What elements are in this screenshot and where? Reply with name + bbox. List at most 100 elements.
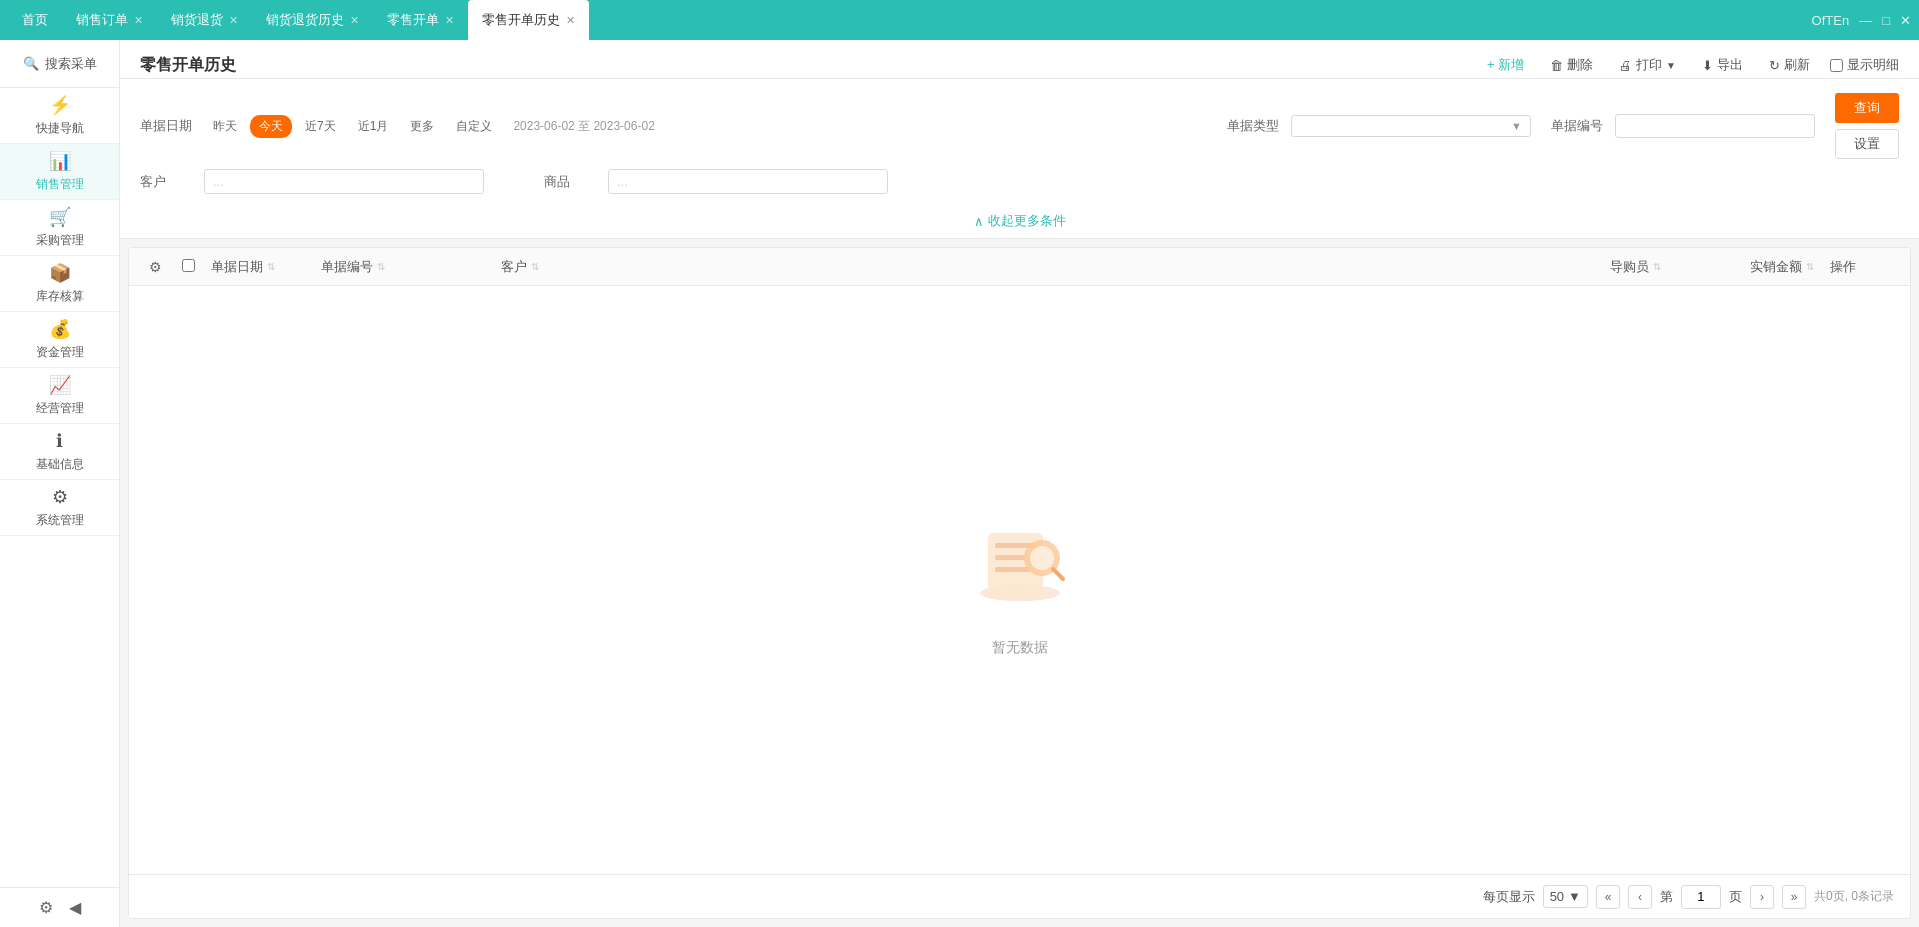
page-label: 页 [1729,888,1742,906]
select-all-checkbox[interactable] [173,259,203,275]
sidebar-search[interactable]: 🔍 搜索采单 [0,40,119,88]
delete-icon: 🗑 [1550,58,1563,73]
sidebar-search-label: 搜索采单 [45,55,97,73]
filter-row-1: 单据日期 昨天 今天 近7天 近1月 更多 自定义 2023-06-02 至 2… [140,93,1899,159]
tab-retail-order[interactable]: 零售开单 ✕ [373,0,468,40]
sidebar-item-label: 资金管理 [36,344,84,361]
sidebar-item-sales[interactable]: 📊 销售管理 [0,144,119,200]
goods-select[interactable]: ... [608,169,888,194]
tab-close-icon[interactable]: ✕ [566,14,575,27]
date-btn-1month[interactable]: 近1月 [349,115,398,138]
sidebar-item-basic-info[interactable]: ℹ 基础信息 [0,424,119,480]
filter-settings-button[interactable]: 设置 [1835,129,1899,159]
tab-close-icon[interactable]: ✕ [134,14,143,27]
operations-icon: 📈 [49,374,71,396]
filter-row-2: 客户 ... 商品 ... [140,169,1899,198]
tab-sales-return-history[interactable]: 销货退货历史 ✕ [252,0,373,40]
tab-close-icon[interactable]: ✕ [445,14,454,27]
window-minimize[interactable]: — [1859,13,1872,28]
th-no[interactable]: 单据编号 ⇅ [313,258,493,276]
add-button[interactable]: + 新增 [1481,52,1530,78]
page-total-text: 共0页, 0条记录 [1814,888,1894,905]
sidebar-bottom: ⚙ ◀ [0,887,119,927]
customer-label: 客户 [140,173,196,191]
th-action: 操作 [1822,258,1902,276]
customer-dots: ... [213,174,224,189]
svg-rect-4 [995,567,1030,572]
refresh-button[interactable]: ↻ 刷新 [1763,52,1816,78]
sidebar-item-quick-nav[interactable]: ⚡ 快捷导航 [0,88,119,144]
sidebar-item-finance[interactable]: 💰 资金管理 [0,312,119,368]
export-button[interactable]: ⬇ 导出 [1696,52,1749,78]
date-range-text: 2023-06-02 至 2023-06-02 [513,118,654,135]
customer-select[interactable]: ... [204,169,484,194]
date-label: 单据日期 [140,117,196,135]
date-btn-yesterday[interactable]: 昨天 [204,115,246,138]
sidebar-item-system[interactable]: ⚙ 系统管理 [0,480,119,536]
collapse-sidebar-icon[interactable]: ◀ [69,898,81,917]
per-page-label: 每页显示 [1483,888,1535,906]
page-title: 零售开单历史 [140,55,236,76]
table-header: ⚙ 单据日期 ⇅ 单据编号 ⇅ 客户 ⇅ 导购员 ⇅ [129,248,1910,286]
th-date[interactable]: 单据日期 ⇅ [203,258,313,276]
finance-icon: 💰 [49,318,71,340]
select-all-input[interactable] [182,259,195,272]
sidebar-item-label: 经营管理 [36,400,84,417]
svg-point-6 [1030,546,1054,570]
page-number-input[interactable] [1681,885,1721,909]
sidebar-item-label: 销售管理 [36,176,84,193]
empty-state: 暂无数据 [129,286,1910,874]
th-amount[interactable]: 实销金额 ⇅ [1702,258,1822,276]
table-area: ⚙ 单据日期 ⇅ 单据编号 ⇅ 客户 ⇅ 导购员 ⇅ [128,247,1911,919]
tab-close-icon[interactable]: ✕ [350,14,359,27]
tab-sales-return[interactable]: 销货退货 ✕ [157,0,252,40]
sort-icon: ⇅ [531,261,539,272]
date-btn-more[interactable]: 更多 [401,115,443,138]
print-button[interactable]: 🖨 打印 ▼ [1613,52,1682,78]
no-input[interactable] [1615,114,1815,138]
query-button[interactable]: 查询 [1835,93,1899,123]
date-buttons: 昨天 今天 近7天 近1月 更多 自定义 [204,115,501,138]
prev-page-button[interactable]: ‹ [1628,885,1652,909]
basic-info-icon: ℹ [56,430,63,452]
next-page-button[interactable]: › [1750,885,1774,909]
tab-sales-order[interactable]: 销售订单 ✕ [62,0,157,40]
top-bar-brand: OfTEn [1812,13,1850,28]
filter-area: 单据日期 昨天 今天 近7天 近1月 更多 自定义 2023-06-02 至 2… [120,79,1919,239]
tab-retail-history[interactable]: 零售开单历史 ✕ [468,0,589,40]
column-settings-icon[interactable]: ⚙ [137,259,173,275]
tab-home[interactable]: 首页 [8,0,62,40]
th-guide[interactable]: 导购员 ⇅ [1602,258,1702,276]
window-close[interactable]: ✕ [1900,13,1911,28]
system-icon: ⚙ [52,486,68,508]
sidebar-item-purchase[interactable]: 🛒 采购管理 [0,200,119,256]
sidebar-item-operations[interactable]: 📈 经营管理 [0,368,119,424]
type-select[interactable]: ▼ [1291,115,1531,137]
no-label: 单据编号 [1551,117,1607,135]
page-header: 零售开单历史 + 新增 🗑 删除 🖨 打印 ▼ ⬇ 导出 [120,40,1919,79]
date-btn-7days[interactable]: 近7天 [296,115,345,138]
sidebar-item-inventory[interactable]: 📦 库存核算 [0,256,119,312]
tab-close-icon[interactable]: ✕ [229,14,238,27]
search-icon: 🔍 [23,56,39,71]
date-filter: 单据日期 昨天 今天 近7天 近1月 更多 自定义 2023-06-02 至 2… [140,115,655,138]
settings-icon[interactable]: ⚙ [39,898,53,917]
sort-icon: ⇅ [267,261,275,272]
sidebar: 🔍 搜索采单 ⚡ 快捷导航 📊 销售管理 🛒 采购管理 📦 库存核算 💰 资金管… [0,40,120,927]
pagination: 每页显示 50 ▼ « ‹ 第 页 › » 共0页, 0条记录 [129,874,1910,918]
collapse-up-icon: ∧ [974,214,984,229]
window-maximize[interactable]: □ [1882,13,1890,28]
th-customer[interactable]: 客户 ⇅ [493,258,1602,276]
date-btn-custom[interactable]: 自定义 [447,115,501,138]
top-bar-right: OfTEn — □ ✕ [1812,13,1911,28]
display-detail-checkbox[interactable]: 显示明细 [1830,56,1899,74]
last-page-button[interactable]: » [1782,885,1806,909]
sidebar-item-label: 采购管理 [36,232,84,249]
per-page-select[interactable]: 50 ▼ [1543,885,1588,908]
delete-button[interactable]: 🗑 删除 [1544,52,1599,78]
collapse-filter-button[interactable]: ∧ 收起更多条件 [140,208,1899,230]
date-btn-today[interactable]: 今天 [250,115,292,138]
display-detail-input[interactable] [1830,59,1843,72]
first-page-button[interactable]: « [1596,885,1620,909]
per-page-chevron-icon: ▼ [1568,889,1581,904]
